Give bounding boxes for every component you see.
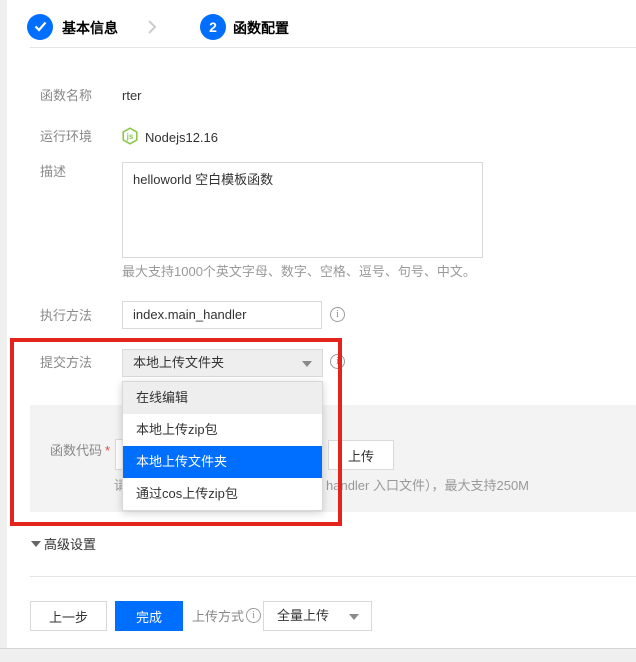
header-divider bbox=[30, 47, 636, 48]
handler-input[interactable]: index.main_handler bbox=[122, 301, 322, 329]
finish-button[interactable]: 完成 bbox=[115, 601, 183, 631]
chevron-down-icon bbox=[302, 361, 312, 367]
description-hint: 最大支持1000个英文字母、数字、空格、逗号、句号、中文。 bbox=[122, 264, 476, 279]
dropdown-option-local-folder[interactable]: 本地上传文件夹 bbox=[123, 446, 322, 478]
upload-mode-value: 全量上传 bbox=[277, 608, 329, 623]
dropdown-option-online-edit[interactable]: 在线编辑 bbox=[123, 382, 322, 414]
runtime-value: Nodejs12.16 bbox=[145, 130, 218, 145]
dropdown-option-cos-zip[interactable]: 通过cos上传zip包 bbox=[123, 478, 322, 510]
handler-label: 执行方法 bbox=[40, 308, 92, 323]
footer-divider bbox=[30, 576, 636, 577]
submit-method-info-icon[interactable]: i bbox=[330, 354, 345, 369]
upload-mode-select[interactable]: 全量上传 bbox=[263, 601, 372, 631]
runtime-label: 运行环境 bbox=[40, 129, 92, 144]
step1-label: 基本信息 bbox=[62, 20, 118, 36]
submit-method-select[interactable]: 本地上传文件夹 bbox=[122, 349, 323, 377]
submit-method-dropdown-list: 在线编辑 本地上传zip包 本地上传文件夹 通过cos上传zip包 bbox=[122, 381, 323, 511]
handler-value: index.main_handler bbox=[133, 307, 246, 322]
step2-number-badge: 2 bbox=[200, 14, 226, 40]
description-textarea[interactable]: helloworld 空白模板函数 bbox=[122, 162, 483, 258]
description-text: helloworld 空白模板函数 bbox=[133, 172, 273, 187]
step2-number: 2 bbox=[209, 19, 217, 35]
code-hint-fragment-left: 请 bbox=[114, 478, 122, 493]
chevron-right-icon bbox=[146, 18, 158, 39]
previous-step-button[interactable]: 上一步 bbox=[30, 601, 107, 631]
upload-mode-label: 上传方式 bbox=[192, 609, 244, 624]
chevron-down-icon bbox=[349, 614, 359, 620]
function-config-page: 基本信息 2 函数配置 函数名称 rter 运行环境 js Nodejs12.1… bbox=[0, 0, 636, 662]
function-name-label: 函数名称 bbox=[40, 88, 92, 103]
description-label: 描述 bbox=[40, 164, 66, 179]
function-name-value: rter bbox=[122, 88, 142, 103]
function-code-label: 函数代码* bbox=[50, 443, 110, 458]
submit-method-value: 本地上传文件夹 bbox=[133, 355, 224, 370]
check-icon bbox=[34, 19, 47, 35]
handler-info-icon[interactable]: i bbox=[330, 307, 345, 322]
nodejs-icon: js bbox=[121, 127, 139, 145]
page-left-margin bbox=[0, 0, 7, 662]
triangle-down-icon bbox=[31, 541, 41, 547]
required-asterisk: * bbox=[105, 443, 110, 458]
step1-done-badge bbox=[27, 14, 53, 40]
submit-method-label: 提交方法 bbox=[40, 355, 92, 370]
dropdown-option-local-zip[interactable]: 本地上传zip包 bbox=[123, 414, 322, 446]
page-bottom-margin bbox=[0, 648, 636, 662]
upload-mode-info-icon[interactable]: i bbox=[246, 608, 261, 623]
advanced-settings-toggle[interactable]: 高级设置 bbox=[44, 537, 96, 552]
step2-label: 函数配置 bbox=[233, 20, 289, 36]
upload-button[interactable]: 上传 bbox=[328, 440, 394, 470]
svg-text:js: js bbox=[126, 132, 134, 141]
function-code-panel: 函数代码* 上传 请 handler 入口文件），最大支持250M bbox=[30, 405, 636, 512]
code-hint-fragment-right: handler 入口文件），最大支持250M bbox=[326, 478, 529, 493]
